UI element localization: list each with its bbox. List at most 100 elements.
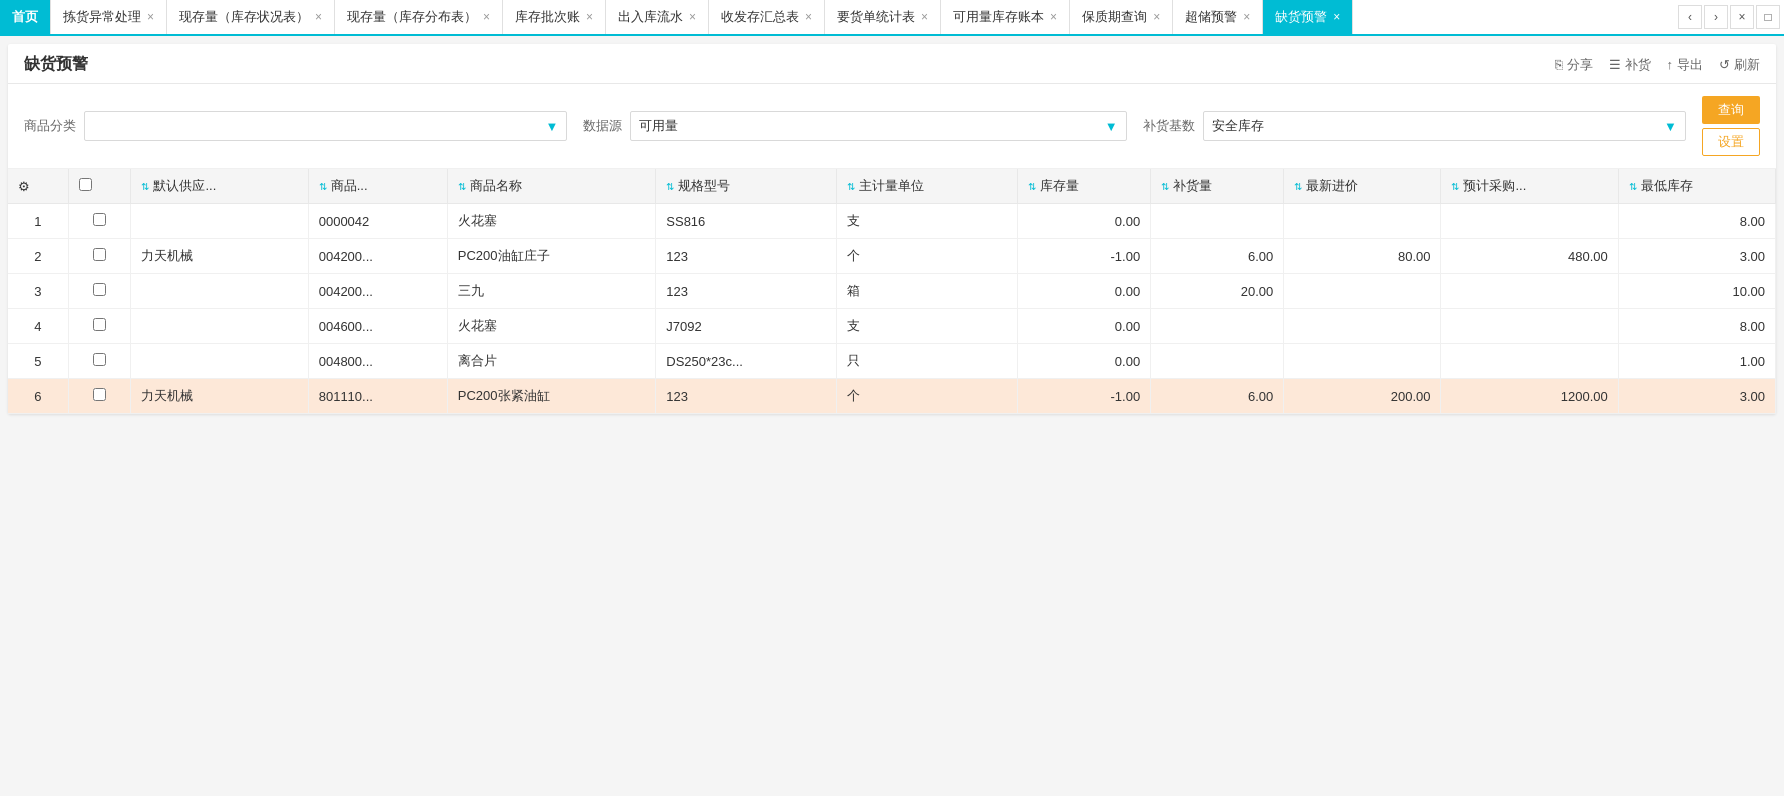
row-supplier-2: 力天机械 xyxy=(131,239,308,274)
sort-icon: ⇅ xyxy=(141,181,149,192)
tab-next-button[interactable]: › xyxy=(1704,5,1728,29)
row-product-code-5: 004800... xyxy=(308,344,447,379)
sort-icon: ⇅ xyxy=(1629,181,1637,192)
category-dropdown-icon: ▼ xyxy=(545,119,558,134)
sort-icon: ⇅ xyxy=(1294,181,1302,192)
col-stock[interactable]: ⇅库存量 xyxy=(1018,169,1151,204)
datasource-dropdown-icon: ▼ xyxy=(1105,119,1118,134)
tab-maximize-button[interactable]: □ xyxy=(1756,5,1780,29)
replenish-base-dropdown-icon: ▼ xyxy=(1664,119,1677,134)
col-default-supplier[interactable]: ⇅默认供应... xyxy=(131,169,308,204)
row-check-1[interactable] xyxy=(93,213,106,226)
col-est-purchase[interactable]: ⇅预计采购... xyxy=(1441,169,1618,204)
tab-6-close[interactable]: × xyxy=(805,10,812,24)
row-replenish-1 xyxy=(1151,204,1284,239)
tab-9[interactable]: 保质期查询 × xyxy=(1070,0,1173,34)
col-latest-price[interactable]: ⇅最新进价 xyxy=(1284,169,1441,204)
export-label: 导出 xyxy=(1677,56,1703,74)
table-settings-icon[interactable]: ⚙ xyxy=(18,179,30,194)
replenish-label: 补货 xyxy=(1625,56,1651,74)
tab-9-close[interactable]: × xyxy=(1153,10,1160,24)
tab-1[interactable]: 拣货异常处理 × xyxy=(51,0,167,34)
row-spec-3: 123 xyxy=(656,274,837,309)
query-button[interactable]: 查询 xyxy=(1702,96,1760,124)
row-checkbox-1[interactable] xyxy=(68,204,131,239)
tab-2-close[interactable]: × xyxy=(315,10,322,24)
tab-11-close[interactable]: × xyxy=(1333,10,1340,24)
row-checkbox-6[interactable] xyxy=(68,379,131,414)
sort-icon: ⇅ xyxy=(1161,181,1169,192)
tab-7[interactable]: 要货单统计表 × xyxy=(825,0,941,34)
tab-8-close[interactable]: × xyxy=(1050,10,1057,24)
row-checkbox-4[interactable] xyxy=(68,309,131,344)
col-settings[interactable]: ⚙ xyxy=(8,169,68,204)
datasource-select[interactable]: 可用量 ▼ xyxy=(630,111,1126,141)
row-min-stock-6: 3.00 xyxy=(1618,379,1775,414)
datasource-filter-group: 数据源 可用量 ▼ xyxy=(583,111,1126,141)
tab-10[interactable]: 超储预警 × xyxy=(1173,0,1263,34)
row-checkbox-2[interactable] xyxy=(68,239,131,274)
tab-11[interactable]: 缺货预警 × xyxy=(1263,0,1353,34)
sort-icon: ⇅ xyxy=(847,181,855,192)
tab-10-close[interactable]: × xyxy=(1243,10,1250,24)
row-checkbox-5[interactable] xyxy=(68,344,131,379)
tab-1-close[interactable]: × xyxy=(147,10,154,24)
sort-icon: ⇅ xyxy=(458,181,466,192)
tab-prev-button[interactable]: ‹ xyxy=(1678,5,1702,29)
tab-2[interactable]: 现存量（库存状况表） × xyxy=(167,0,335,34)
tab-3-label: 现存量（库存分布表） xyxy=(347,8,477,26)
tab-6[interactable]: 收发存汇总表 × xyxy=(709,0,825,34)
tab-7-close[interactable]: × xyxy=(921,10,928,24)
table-container: ⚙ ⇅默认供应... ⇅商品... ⇅商品名称 ⇅规格型号 xyxy=(8,169,1776,414)
table-row: 6 力天机械 801110... PC200张紧油缸 123 个 -1.00 6… xyxy=(8,379,1776,414)
table-row: 3 004200... 三九 123 箱 0.00 20.00 10.00 xyxy=(8,274,1776,309)
share-button[interactable]: ⎘ 分享 xyxy=(1555,56,1593,74)
table-row: 1 0000042 火花塞 SS816 支 0.00 8.00 xyxy=(8,204,1776,239)
tab-3-close[interactable]: × xyxy=(483,10,490,24)
row-check-5[interactable] xyxy=(93,353,106,366)
col-product-code[interactable]: ⇅商品... xyxy=(308,169,447,204)
row-check-2[interactable] xyxy=(93,248,106,261)
tab-11-label: 缺货预警 xyxy=(1275,8,1327,26)
select-all-checkbox[interactable] xyxy=(79,178,92,191)
replenish-button[interactable]: ☰ 补货 xyxy=(1609,56,1651,74)
tab-5-close[interactable]: × xyxy=(689,10,696,24)
col-replenish[interactable]: ⇅补货量 xyxy=(1151,169,1284,204)
row-min-stock-4: 8.00 xyxy=(1618,309,1775,344)
table-row: 2 力天机械 004200... PC200油缸庄子 123 个 -1.00 6… xyxy=(8,239,1776,274)
row-replenish-6: 6.00 xyxy=(1151,379,1284,414)
table-header-row: ⚙ ⇅默认供应... ⇅商品... ⇅商品名称 ⇅规格型号 xyxy=(8,169,1776,204)
tab-home[interactable]: 首页 xyxy=(0,0,51,34)
tab-4[interactable]: 库存批次账 × xyxy=(503,0,606,34)
row-check-4[interactable] xyxy=(93,318,106,331)
tab-close-all-button[interactable]: × xyxy=(1730,5,1754,29)
row-spec-6: 123 xyxy=(656,379,837,414)
col-min-stock[interactable]: ⇅最低库存 xyxy=(1618,169,1775,204)
row-checkbox-3[interactable] xyxy=(68,274,131,309)
row-est-purchase-3 xyxy=(1441,274,1618,309)
export-button[interactable]: ↑ 导出 xyxy=(1667,56,1704,74)
row-supplier-4 xyxy=(131,309,308,344)
col-spec[interactable]: ⇅规格型号 xyxy=(656,169,837,204)
tab-bar: 首页 拣货异常处理 × 现存量（库存状况表） × 现存量（库存分布表） × 库存… xyxy=(0,0,1784,36)
datasource-value: 可用量 xyxy=(639,117,678,135)
row-est-purchase-5 xyxy=(1441,344,1618,379)
row-stock-6: -1.00 xyxy=(1018,379,1151,414)
replenish-base-select[interactable]: 安全库存 ▼ xyxy=(1203,111,1686,141)
row-check-3[interactable] xyxy=(93,283,106,296)
row-spec-4: J7092 xyxy=(656,309,837,344)
tab-5[interactable]: 出入库流水 × xyxy=(606,0,709,34)
tab-3[interactable]: 现存量（库存分布表） × xyxy=(335,0,503,34)
col-product-name[interactable]: ⇅商品名称 xyxy=(447,169,656,204)
row-check-6[interactable] xyxy=(93,388,106,401)
table-body: 1 0000042 火花塞 SS816 支 0.00 8.00 2 力天机械 0… xyxy=(8,204,1776,414)
row-latest-price-5 xyxy=(1284,344,1441,379)
category-select[interactable]: ▼ xyxy=(84,111,567,141)
settings-button[interactable]: 设置 xyxy=(1702,128,1760,156)
tab-4-close[interactable]: × xyxy=(586,10,593,24)
row-stock-5: 0.00 xyxy=(1018,344,1151,379)
col-unit[interactable]: ⇅主计量单位 xyxy=(836,169,1017,204)
row-est-purchase-4 xyxy=(1441,309,1618,344)
tab-8[interactable]: 可用量库存账本 × xyxy=(941,0,1070,34)
refresh-button[interactable]: ↺ 刷新 xyxy=(1719,56,1760,74)
